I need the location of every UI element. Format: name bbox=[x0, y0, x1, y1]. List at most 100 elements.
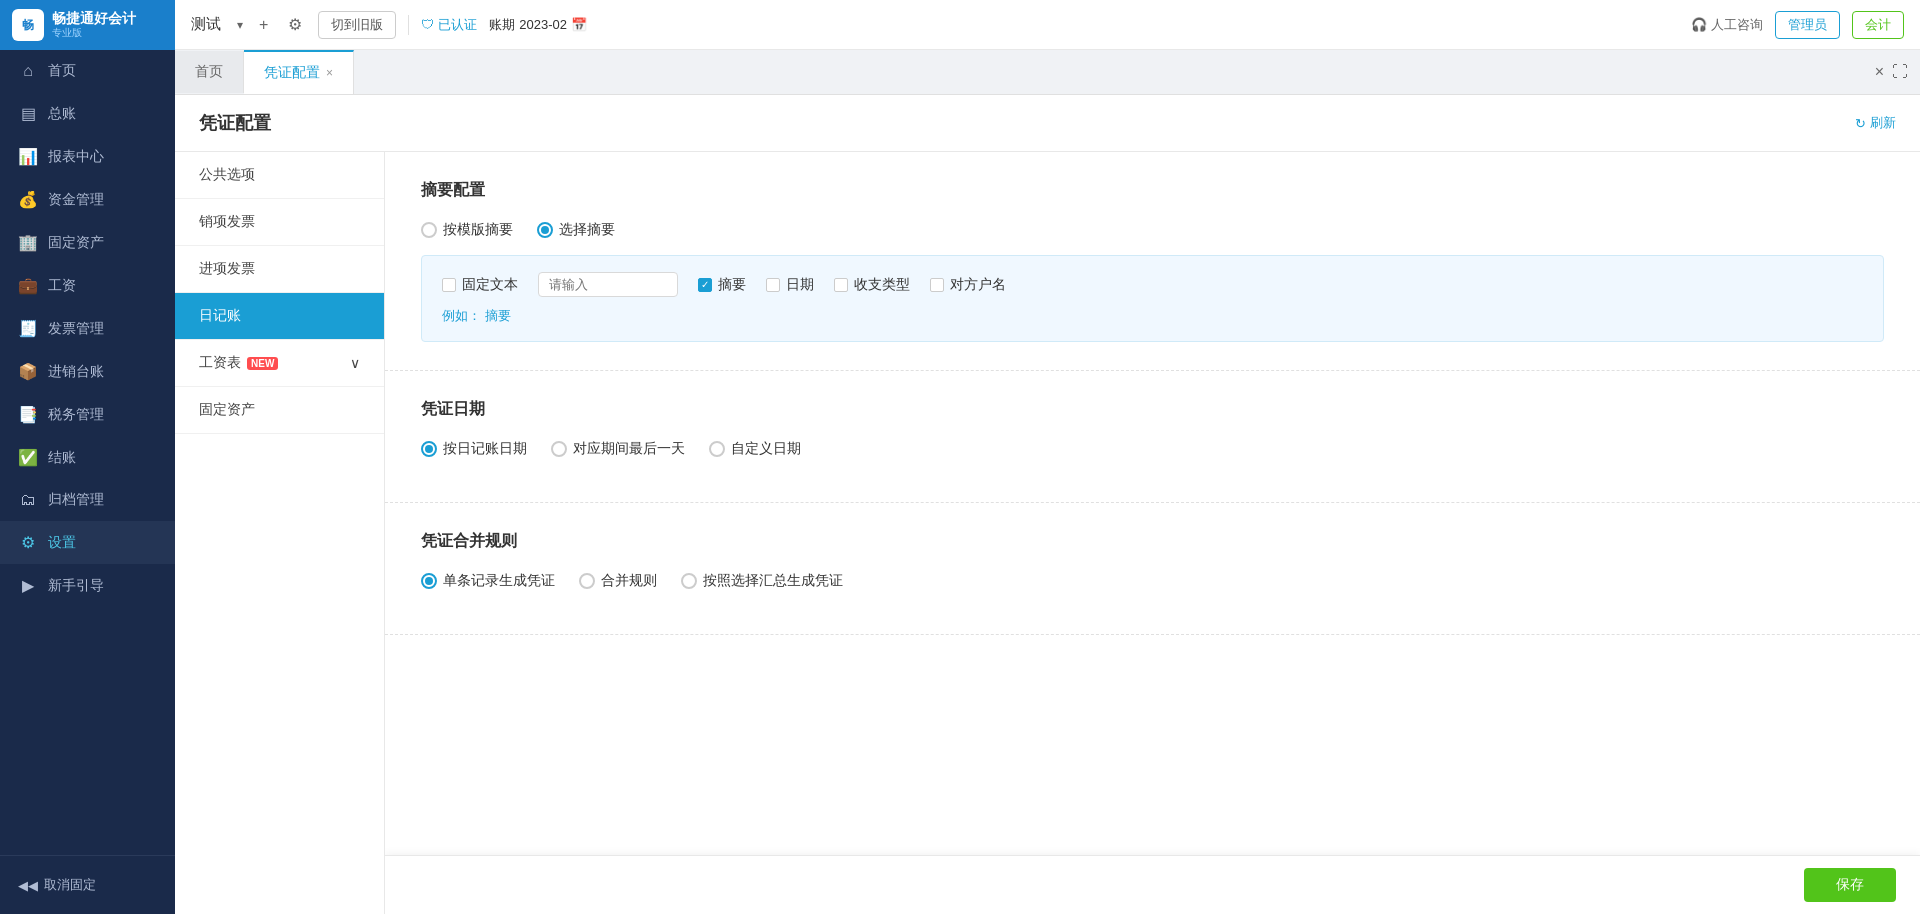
refresh-icon: ↻ bbox=[1855, 116, 1866, 131]
topbar-divider bbox=[408, 15, 409, 35]
radio-custom-date[interactable]: 自定义日期 bbox=[709, 440, 801, 458]
sidebar-item-label: 首页 bbox=[48, 62, 76, 80]
radio-merge-label: 合并规则 bbox=[601, 572, 657, 590]
date-checkbox bbox=[766, 278, 780, 292]
chevron-down-icon: ∨ bbox=[350, 355, 360, 371]
accountant-button[interactable]: 会计 bbox=[1852, 11, 1904, 39]
company-dropdown-icon[interactable]: ▾ bbox=[237, 18, 243, 32]
sidebar-item-guide[interactable]: ▶ 新手引导 bbox=[0, 564, 175, 607]
headset-icon: 🎧 bbox=[1691, 17, 1707, 32]
left-nav-label: 固定资产 bbox=[199, 401, 255, 419]
sidebar-item-assets[interactable]: 🏢 固定资产 bbox=[0, 221, 175, 264]
sidebar-item-tax[interactable]: 📑 税务管理 bbox=[0, 393, 175, 436]
sidebar-item-label: 资金管理 bbox=[48, 191, 104, 209]
summary-section-title: 摘要配置 bbox=[421, 180, 1884, 201]
settings-button[interactable]: ⚙ bbox=[284, 11, 306, 38]
summary-radio-group: 按模版摘要 选择摘要 bbox=[421, 221, 1884, 239]
sidebar-nav: ⌂ 首页 ▤ 总账 📊 报表中心 💰 资金管理 🏢 固定资产 💼 工资 🧾 发票… bbox=[0, 50, 175, 855]
voucher-merge-title: 凭证合并规则 bbox=[421, 531, 1884, 552]
checkbox-summary[interactable]: ✓ 摘要 bbox=[698, 276, 746, 294]
radio-merge-rule[interactable]: 合并规则 bbox=[579, 572, 657, 590]
sidebar-item-settle[interactable]: ✅ 结账 bbox=[0, 436, 175, 479]
topbar-right: 🎧 人工咨询 管理员 会计 bbox=[1691, 11, 1904, 39]
sidebar-item-trade[interactable]: 📦 进销台账 bbox=[0, 350, 175, 393]
tax-icon: 📑 bbox=[18, 405, 38, 424]
radio-single-record[interactable]: 单条记录生成凭证 bbox=[421, 572, 555, 590]
radio-custom-date-label: 自定义日期 bbox=[731, 440, 801, 458]
merge-radio-group: 单条记录生成凭证 合并规则 按照选择汇总生成凭证 bbox=[421, 572, 1884, 590]
tab-home[interactable]: 首页 bbox=[175, 51, 244, 93]
tab-home-label: 首页 bbox=[195, 63, 223, 81]
tab-voucher-config[interactable]: 凭证配置 × bbox=[244, 50, 354, 94]
right-content: 摘要配置 按模版摘要 选择摘要 bbox=[385, 152, 1920, 855]
home-icon: ⌂ bbox=[18, 62, 38, 80]
fullscreen-button[interactable]: ⛶ bbox=[1892, 63, 1908, 81]
radio-journal-date[interactable]: 按日记账日期 bbox=[421, 440, 527, 458]
tab-controls: × ⛶ bbox=[1863, 63, 1920, 81]
checkbox-fixed-text[interactable]: 固定文本 bbox=[442, 276, 518, 294]
customer-service-button[interactable]: 🎧 人工咨询 bbox=[1691, 16, 1763, 34]
assets-icon: 🏢 bbox=[18, 233, 38, 252]
left-nav-label: 工资表 bbox=[199, 354, 241, 372]
sidebar-item-invoice[interactable]: 🧾 发票管理 bbox=[0, 307, 175, 350]
calendar-icon[interactable]: 📅 bbox=[571, 17, 587, 32]
left-nav: 公共选项 销项发票 进项发票 日记账 工资表 NEW ∨ bbox=[175, 152, 385, 914]
sidebar-item-report[interactable]: 📊 报表中心 bbox=[0, 135, 175, 178]
refresh-button[interactable]: ↻ 刷新 bbox=[1855, 114, 1896, 132]
pin-left-icon: ◀◀ bbox=[18, 878, 38, 893]
logo-info: 畅捷通好会计 专业版 bbox=[52, 10, 136, 41]
date-label: 日期 bbox=[786, 276, 814, 294]
radio-template-summary[interactable]: 按模版摘要 bbox=[421, 221, 513, 239]
radio-selected-summary[interactable]: 按照选择汇总生成凭证 bbox=[681, 572, 843, 590]
checkbox-counterpart[interactable]: 对方户名 bbox=[930, 276, 1006, 294]
left-nav-item-purchase-invoice[interactable]: 进项发票 bbox=[175, 246, 384, 293]
radio-template-circle bbox=[421, 222, 437, 238]
income-expense-label: 收支类型 bbox=[854, 276, 910, 294]
right-panel: 摘要配置 按模版摘要 选择摘要 bbox=[385, 152, 1920, 914]
left-nav-item-sales-invoice[interactable]: 销项发票 bbox=[175, 199, 384, 246]
sidebar-item-ledger[interactable]: ▤ 总账 bbox=[0, 92, 175, 135]
manager-button[interactable]: 管理员 bbox=[1775, 11, 1840, 39]
checkbox-income-expense[interactable]: 收支类型 bbox=[834, 276, 910, 294]
sidebar: 畅 畅捷通好会计 专业版 ⌂ 首页 ▤ 总账 📊 报表中心 💰 资金管理 🏢 固… bbox=[0, 0, 175, 914]
radio-template-label: 按模版摘要 bbox=[443, 221, 513, 239]
period-value: 2023-02 bbox=[519, 17, 567, 32]
sidebar-item-archive[interactable]: 🗂 归档管理 bbox=[0, 479, 175, 521]
sidebar-item-capital[interactable]: 💰 资金管理 bbox=[0, 178, 175, 221]
radio-period-last-circle bbox=[551, 441, 567, 457]
settle-icon: ✅ bbox=[18, 448, 38, 467]
cancel-fixed-label: 取消固定 bbox=[44, 876, 96, 894]
sidebar-item-salary[interactable]: 💼 工资 bbox=[0, 264, 175, 307]
voucher-merge-section: 凭证合并规则 单条记录生成凭证 合并规则 bbox=[385, 503, 1920, 635]
new-badge: NEW bbox=[247, 357, 278, 370]
radio-select-summary[interactable]: 选择摘要 bbox=[537, 221, 615, 239]
summary-label: 摘要 bbox=[718, 276, 746, 294]
sidebar-item-label: 新手引导 bbox=[48, 577, 104, 595]
tab-close-icon[interactable]: × bbox=[326, 66, 333, 80]
close-panel-button[interactable]: × bbox=[1875, 63, 1884, 81]
sidebar-item-label: 报表中心 bbox=[48, 148, 104, 166]
summary-config-section: 摘要配置 按模版摘要 选择摘要 bbox=[385, 152, 1920, 371]
checkbox-date[interactable]: 日期 bbox=[766, 276, 814, 294]
sidebar-item-label: 进销台账 bbox=[48, 363, 104, 381]
left-nav-item-fixed-assets[interactable]: 固定资产 bbox=[175, 387, 384, 434]
left-nav-item-payroll[interactable]: 工资表 NEW ∨ bbox=[175, 340, 384, 387]
logo-icon-text: 畅 bbox=[22, 17, 34, 34]
switch-old-version-button[interactable]: 切到旧版 bbox=[318, 11, 396, 39]
save-button[interactable]: 保存 bbox=[1804, 868, 1896, 902]
income-expense-checkbox bbox=[834, 278, 848, 292]
radio-period-last-day[interactable]: 对应期间最后一天 bbox=[551, 440, 685, 458]
sidebar-item-settings[interactable]: ⚙ 设置 bbox=[0, 521, 175, 564]
fixed-text-input[interactable] bbox=[538, 272, 678, 297]
radio-single-label: 单条记录生成凭证 bbox=[443, 572, 555, 590]
radio-merge-circle bbox=[579, 573, 595, 589]
add-company-button[interactable]: + bbox=[255, 12, 272, 38]
left-nav-item-public[interactable]: 公共选项 bbox=[175, 152, 384, 199]
sidebar-item-home[interactable]: ⌂ 首页 bbox=[0, 50, 175, 92]
left-nav-label: 日记账 bbox=[199, 307, 241, 325]
cancel-fixed-button[interactable]: ◀◀ 取消固定 bbox=[0, 866, 175, 904]
service-label: 人工咨询 bbox=[1711, 16, 1763, 34]
fixed-text-label: 固定文本 bbox=[462, 276, 518, 294]
left-nav-item-journal[interactable]: 日记账 bbox=[175, 293, 384, 340]
date-radio-group: 按日记账日期 对应期间最后一天 自定义日期 bbox=[421, 440, 1884, 458]
